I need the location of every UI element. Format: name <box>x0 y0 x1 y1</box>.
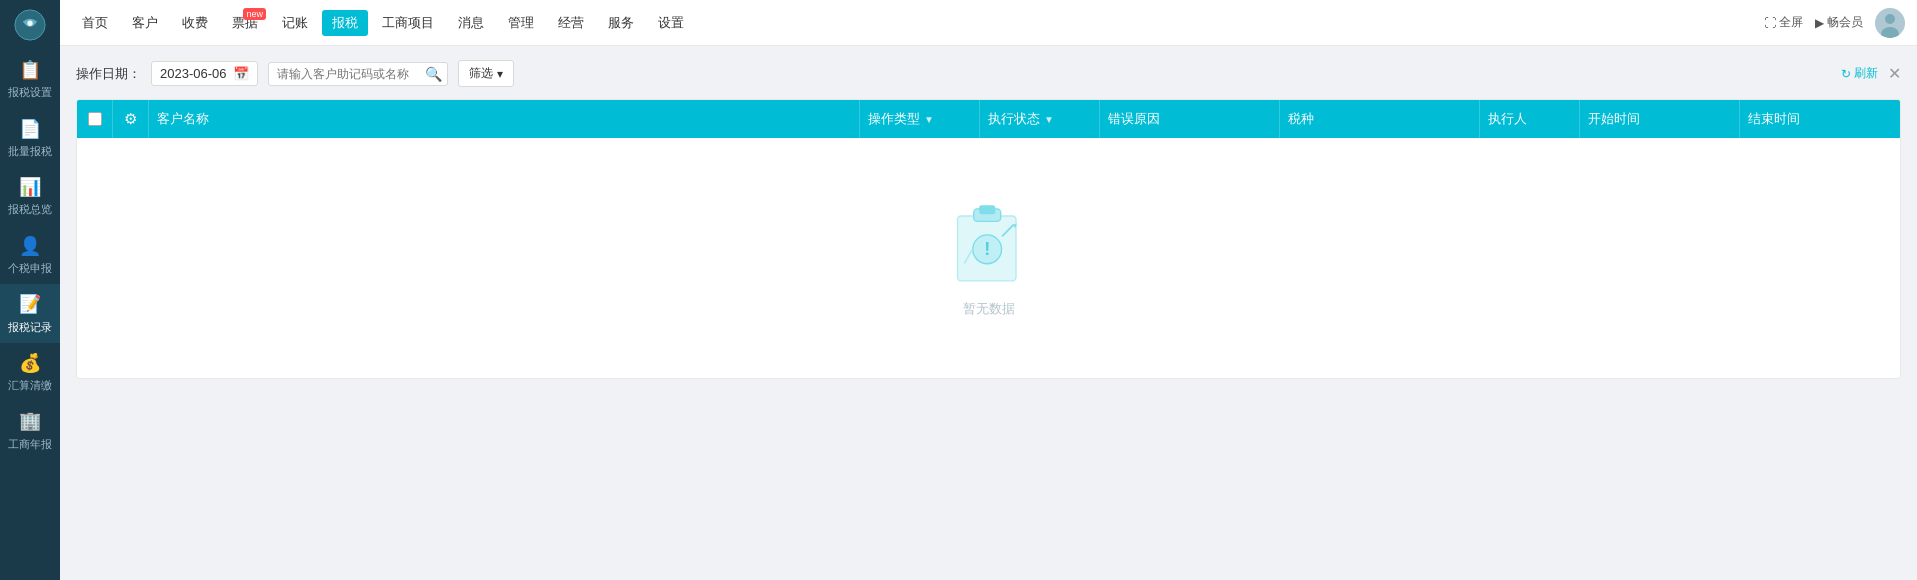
member-label: 畅会员 <box>1827 14 1863 31</box>
play-icon: ▶ <box>1815 16 1824 30</box>
sidebar-label-huisuan-jiaona: 汇算清缴 <box>8 378 52 393</box>
th-setting: ⚙ <box>113 100 149 138</box>
topnav-items: 首页客户收费票据new记账报税工商项目消息管理经营服务设置 <box>72 10 1764 36</box>
user-avatar[interactable] <box>1875 8 1905 38</box>
th-tax-type: 税种 <box>1280 100 1480 138</box>
sidebar-label-gongshang-nianbao: 工商年报 <box>8 437 52 452</box>
header-checkbox[interactable] <box>88 112 102 126</box>
main-content: 首页客户收费票据new记账报税工商项目消息管理经营服务设置 ⛶ 全屏 ▶ 畅会员 <box>60 0 1917 580</box>
toolbar: 操作日期： 2023-06-06 📅 🔍 筛选 ▾ ↻ 刷新 <box>76 60 1901 87</box>
chevron-down-icon: ▾ <box>497 67 503 81</box>
topnav-right: ⛶ 全屏 ▶ 畅会员 <box>1764 8 1905 38</box>
svg-point-1 <box>27 21 32 26</box>
nav-item-guanli[interactable]: 管理 <box>498 10 544 36</box>
sidebar-label-piliang-baoshui: 批量报税 <box>8 144 52 159</box>
sidebar-icon-piliang-baoshui: 📄 <box>19 117 41 142</box>
content-area: 操作日期： 2023-06-06 📅 🔍 筛选 ▾ ↻ 刷新 <box>60 46 1917 580</box>
empty-text: 暂无数据 <box>963 300 1015 318</box>
fullscreen-icon: ⛶ <box>1764 16 1776 30</box>
sidebar-item-piliang-baoshui[interactable]: 📄 批量报税 <box>0 109 60 168</box>
date-value: 2023-06-06 <box>160 66 227 81</box>
th-customer-name: 客户名称 <box>149 100 860 138</box>
sidebar-label-baoshui-jilu: 报税记录 <box>8 320 52 335</box>
calendar-icon: 📅 <box>233 66 249 81</box>
nav-item-xiaoxi[interactable]: 消息 <box>448 10 494 36</box>
sort-icon-exec-status: ▼ <box>1044 114 1054 125</box>
filter-label: 筛选 <box>469 65 493 82</box>
svg-rect-7 <box>979 205 995 214</box>
refresh-button[interactable]: ↻ 刷新 <box>1841 65 1878 82</box>
th-start-time: 开始时间 <box>1580 100 1740 138</box>
nav-item-baoshui[interactable]: 报税 <box>322 10 368 36</box>
sidebar-icon-geshuishenbaom: 👤 <box>19 234 41 259</box>
nav-item-homepage[interactable]: 首页 <box>72 10 118 36</box>
empty-state: ! 暂无数据 <box>77 138 1900 378</box>
th-executor: 执行人 <box>1480 100 1580 138</box>
sidebar-item-baoshui-zonglang[interactable]: 📊 报税总览 <box>0 167 60 226</box>
sidebar-item-gongshang-nianbao[interactable]: 🏢 工商年报 <box>0 401 60 460</box>
sidebar-icon-baoshui-zonglang: 📊 <box>19 175 41 200</box>
th-end-time: 结束时间 <box>1740 100 1900 138</box>
svg-point-3 <box>1885 14 1895 24</box>
nav-item-gongshang-xiangmu[interactable]: 工商项目 <box>372 10 444 36</box>
nav-item-piaoju[interactable]: 票据new <box>222 10 268 36</box>
refresh-icon: ↻ <box>1841 67 1851 81</box>
nav-item-customer[interactable]: 客户 <box>122 10 168 36</box>
search-input[interactable] <box>268 62 448 86</box>
sidebar-item-geshuishenbaom[interactable]: 👤 个税申报 <box>0 226 60 285</box>
nav-item-jingying[interactable]: 经营 <box>548 10 594 36</box>
nav-item-shoufei[interactable]: 收费 <box>172 10 218 36</box>
svg-text:!: ! <box>984 239 990 259</box>
sidebar-icon-huisuan-jiaona: 💰 <box>19 351 41 376</box>
sidebar-icon-baoshui-shezhi: 📋 <box>19 58 41 83</box>
sidebar-logo <box>0 0 60 50</box>
nav-item-fuwu[interactable]: 服务 <box>598 10 644 36</box>
filter-button[interactable]: 筛选 ▾ <box>458 60 514 87</box>
table-container: ⚙ 客户名称操作类型 ▼执行状态 ▼错误原因税种执行人开始时间结束时间 ! <box>76 99 1901 379</box>
close-button[interactable]: ✕ <box>1888 64 1901 83</box>
sidebar-item-baoshui-shezhi[interactable]: 📋 报税设置 <box>0 50 60 109</box>
nav-item-jizhang[interactable]: 记账 <box>272 10 318 36</box>
th-checkbox <box>77 100 113 138</box>
sidebar-label-baoshui-shezhi: 报税设置 <box>8 85 52 100</box>
date-label: 操作日期： <box>76 65 141 83</box>
nav-item-shezhi[interactable]: 设置 <box>648 10 694 36</box>
th-operation-type[interactable]: 操作类型 ▼ <box>860 100 980 138</box>
sidebar-icon-baoshui-jilu: 📝 <box>19 292 41 317</box>
sidebar-label-geshuishenbaom: 个税申报 <box>8 261 52 276</box>
member-button[interactable]: ▶ 畅会员 <box>1815 14 1863 31</box>
sidebar: 📋 报税设置 📄 批量报税 📊 报税总览 👤 个税申报 📝 报税记录 💰 汇算清缴 🏢 工商年报 <box>0 0 60 580</box>
th-error-reason: 错误原因 <box>1100 100 1280 138</box>
refresh-label: 刷新 <box>1854 65 1878 82</box>
sidebar-item-baoshui-jilu[interactable]: 📝 报税记录 <box>0 284 60 343</box>
nav-badge-piaoju: new <box>243 8 266 21</box>
fullscreen-label: 全屏 <box>1779 14 1803 31</box>
sidebar-label-baoshui-zonglang: 报税总览 <box>8 202 52 217</box>
fullscreen-button[interactable]: ⛶ 全屏 <box>1764 14 1803 31</box>
settings-icon[interactable]: ⚙ <box>124 110 137 128</box>
sort-icon-operation-type: ▼ <box>924 114 934 125</box>
search-icon: 🔍 <box>425 66 442 82</box>
search-wrap: 🔍 <box>268 62 448 86</box>
page-content: 操作日期： 2023-06-06 📅 🔍 筛选 ▾ ↻ 刷新 <box>60 46 1917 580</box>
table-header: ⚙ 客户名称操作类型 ▼执行状态 ▼错误原因税种执行人开始时间结束时间 <box>77 100 1900 138</box>
sidebar-item-huisuan-jiaona[interactable]: 💰 汇算清缴 <box>0 343 60 402</box>
date-picker[interactable]: 2023-06-06 📅 <box>151 61 258 86</box>
sidebar-icon-gongshang-nianbao: 🏢 <box>19 409 41 434</box>
topnav: 首页客户收费票据new记账报税工商项目消息管理经营服务设置 ⛶ 全屏 ▶ 畅会员 <box>60 0 1917 46</box>
th-exec-status[interactable]: 执行状态 ▼ <box>980 100 1100 138</box>
